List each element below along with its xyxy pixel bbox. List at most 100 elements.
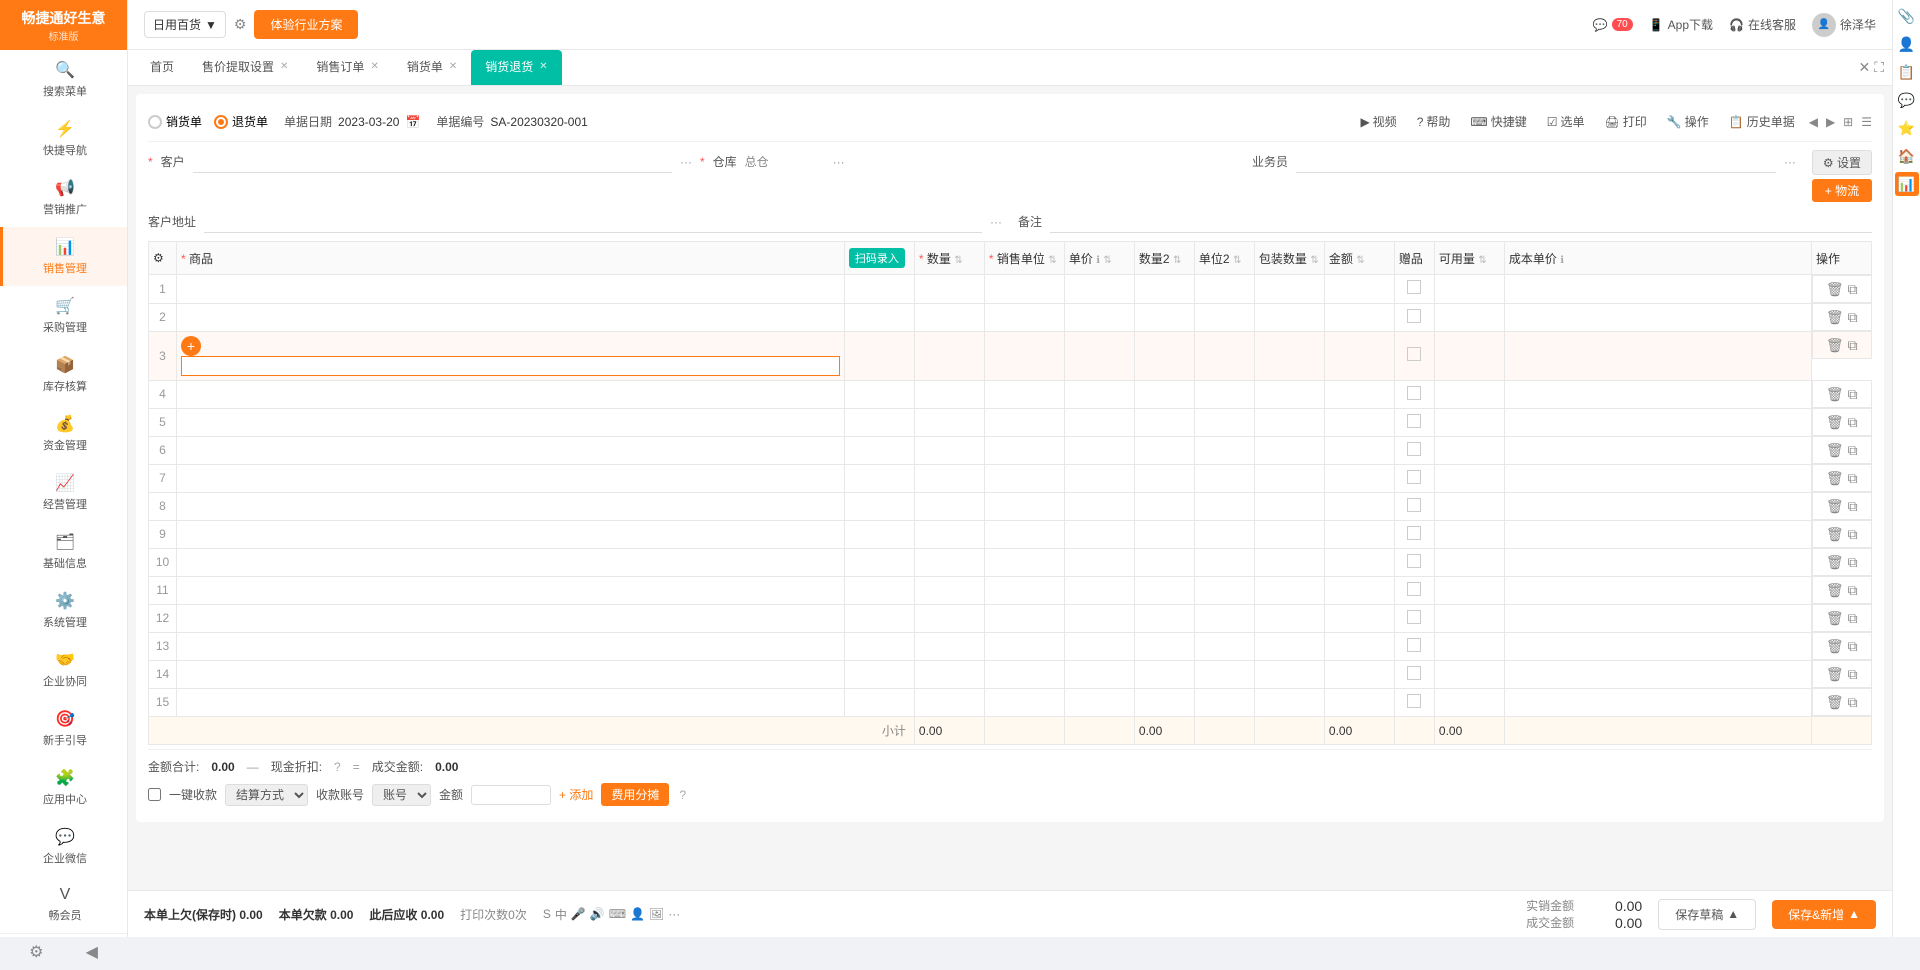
gift-checkbox[interactable]	[1407, 526, 1421, 540]
save-draft-btn[interactable]: 保存草稿 ▲	[1658, 899, 1756, 930]
amount-cell[interactable]	[1324, 436, 1394, 464]
sidebar-item-search[interactable]: 🔍 搜索菜单	[0, 50, 127, 109]
unit-cell[interactable]	[984, 275, 1064, 304]
unit2-sort-icon[interactable]: ⇅	[1233, 255, 1241, 266]
unit-cell[interactable]	[984, 380, 1064, 408]
cost-price-cell[interactable]	[1504, 660, 1811, 688]
radio-sale[interactable]: 销货单	[148, 113, 202, 130]
topbar-gear-icon[interactable]: ⚙	[234, 16, 247, 33]
qty-cell[interactable]	[914, 660, 984, 688]
unit2-cell[interactable]	[1194, 436, 1254, 464]
user-avatar[interactable]: 👤 徐泽华	[1812, 13, 1876, 37]
product-cell[interactable]	[177, 436, 845, 464]
unit2-cell[interactable]	[1194, 576, 1254, 604]
add-payment-btn[interactable]: + 添加	[559, 786, 593, 803]
available-sort-icon[interactable]: ⇅	[1478, 255, 1486, 266]
delete-icon[interactable]: 🗑	[1826, 638, 1844, 655]
customer-addr-input[interactable]	[204, 210, 982, 233]
more-icon[interactable]: ···	[668, 907, 680, 921]
available-cell[interactable]	[1434, 688, 1504, 717]
qty-cell[interactable]	[914, 688, 984, 717]
pack-sort-icon[interactable]: ⇅	[1310, 255, 1318, 266]
print-btn[interactable]: 🖨 打印	[1599, 110, 1653, 133]
product-cell[interactable]	[177, 275, 845, 304]
product-cell[interactable]	[177, 303, 845, 331]
gift-cell[interactable]	[1394, 408, 1434, 436]
cost-price-cell[interactable]	[1504, 688, 1811, 717]
warehouse-dots-btn[interactable]: ···	[833, 155, 845, 169]
gift-cell[interactable]	[1394, 604, 1434, 632]
cost-price-cell[interactable]	[1504, 408, 1811, 436]
unit-cell[interactable]	[984, 331, 1064, 380]
right-icon-7[interactable]: 📊	[1895, 172, 1919, 196]
unit-cell[interactable]	[984, 492, 1064, 520]
qty-cell[interactable]	[914, 303, 984, 331]
qty2-cell[interactable]	[1134, 408, 1194, 436]
qty-cell[interactable]	[914, 331, 984, 380]
tab-sales-return[interactable]: 销货退货 ✕	[471, 50, 561, 85]
qty-cell[interactable]	[914, 548, 984, 576]
pack-qty-cell[interactable]	[1254, 576, 1324, 604]
tab-sales-delivery[interactable]: 销货单 ✕	[393, 50, 471, 85]
unit-cell[interactable]	[984, 408, 1064, 436]
delete-icon[interactable]: 🗑	[1826, 554, 1844, 571]
sidebar-item-marketing[interactable]: 📢 营销推广	[0, 168, 127, 227]
copy-icon[interactable]: ⧉	[1848, 281, 1858, 298]
salesperson-dots-btn[interactable]: ···	[1784, 155, 1796, 169]
qty-cell[interactable]	[914, 576, 984, 604]
gift-cell[interactable]	[1394, 548, 1434, 576]
product-cell[interactable]	[177, 576, 845, 604]
cost-price-cell[interactable]	[1504, 464, 1811, 492]
gift-cell[interactable]	[1394, 660, 1434, 688]
gift-cell[interactable]	[1394, 464, 1434, 492]
qty2-cell[interactable]	[1134, 331, 1194, 380]
industry-select[interactable]: 日用百货 ▼	[144, 11, 226, 38]
cost-price-cell[interactable]	[1504, 331, 1811, 380]
unit2-cell[interactable]	[1194, 548, 1254, 576]
product-input[interactable]	[181, 356, 840, 376]
add-logistics-btn[interactable]: + 物流	[1812, 179, 1872, 202]
qty-cell[interactable]	[914, 604, 984, 632]
cost-price-cell[interactable]	[1504, 604, 1811, 632]
pack-qty-cell[interactable]	[1254, 331, 1324, 380]
price-cell[interactable]	[1064, 548, 1134, 576]
gift-checkbox[interactable]	[1407, 498, 1421, 512]
sidebar-item-purchase[interactable]: 🛒 采购管理	[0, 286, 127, 345]
online-service-btn[interactable]: 🎧 在线客服	[1729, 16, 1796, 33]
available-cell[interactable]	[1434, 660, 1504, 688]
qty2-cell[interactable]	[1134, 380, 1194, 408]
price-cell[interactable]	[1064, 303, 1134, 331]
delete-icon[interactable]: 🗑	[1826, 281, 1844, 298]
delete-icon[interactable]: 🗑	[1826, 337, 1844, 354]
fee-split-btn[interactable]: 费用分摊	[601, 783, 669, 806]
close-icon[interactable]: ✕	[370, 61, 378, 72]
pack-qty-cell[interactable]	[1254, 380, 1324, 408]
amount-cell[interactable]	[1324, 576, 1394, 604]
unit2-cell[interactable]	[1194, 303, 1254, 331]
qty2-cell[interactable]	[1134, 520, 1194, 548]
unit-cell[interactable]	[984, 436, 1064, 464]
unit2-cell[interactable]	[1194, 275, 1254, 304]
unit-cell[interactable]	[984, 604, 1064, 632]
help-btn[interactable]: ? 帮助	[1411, 110, 1457, 133]
pay-amount-input[interactable]	[471, 785, 551, 805]
product-cell[interactable]	[177, 408, 845, 436]
close-icon[interactable]: ✕	[449, 61, 457, 72]
cost-price-cell[interactable]	[1504, 380, 1811, 408]
right-icon-5[interactable]: ⭐	[1895, 116, 1919, 140]
amount-cell[interactable]	[1324, 492, 1394, 520]
operate-btn[interactable]: 🔧 操作	[1661, 110, 1715, 133]
pack-qty-cell[interactable]	[1254, 436, 1324, 464]
qty2-cell[interactable]	[1134, 275, 1194, 304]
sidebar-item-member[interactable]: V 畅会员	[0, 876, 127, 933]
qty2-cell[interactable]	[1134, 660, 1194, 688]
amount-cell[interactable]	[1324, 548, 1394, 576]
qty-cell[interactable]	[914, 380, 984, 408]
gift-checkbox[interactable]	[1407, 442, 1421, 456]
add-product-btn[interactable]: +	[181, 336, 201, 356]
one-click-checkbox[interactable]	[148, 788, 161, 801]
cost-price-cell[interactable]	[1504, 303, 1811, 331]
price-cell[interactable]	[1064, 492, 1134, 520]
close-icon[interactable]: ✕	[280, 61, 288, 72]
unit2-cell[interactable]	[1194, 688, 1254, 717]
